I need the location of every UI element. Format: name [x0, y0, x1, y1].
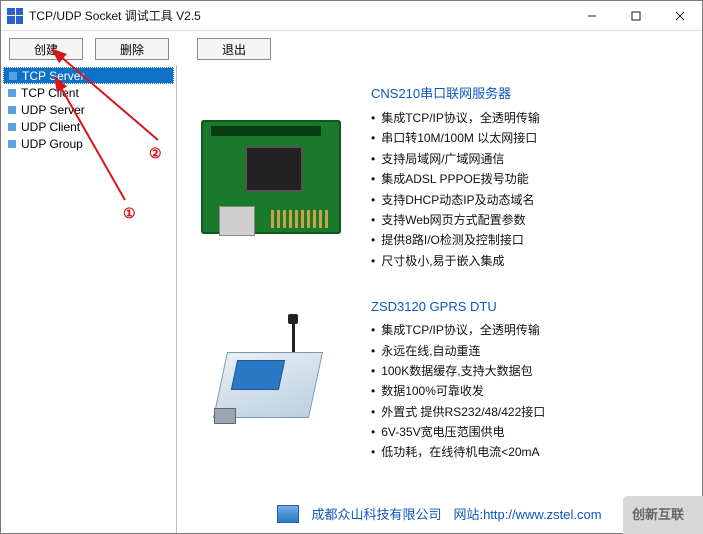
node-icon	[7, 88, 17, 98]
sidebar-item-udp-client[interactable]: UDP Client	[3, 118, 174, 135]
product-image-dtu	[191, 299, 351, 463]
product-cns210: CNS210串口联网服务器 集成TCP/IP协议，全透明传输 串口转10M/10…	[191, 75, 688, 291]
feature-item: 永远在线,自动重连	[371, 341, 688, 361]
minimize-button[interactable]	[570, 1, 614, 30]
sidebar-item-label: UDP Group	[21, 137, 83, 151]
feature-item: 尺寸极小,易于嵌入集成	[371, 251, 688, 271]
node-icon	[7, 122, 17, 132]
feature-item: 集成ADSL PPPOE拨号功能	[371, 169, 688, 189]
feature-item: 100K数据缓存,支持大数据包	[371, 361, 688, 381]
footer-site-link[interactable]: http://www.zstel.com	[483, 507, 601, 522]
product-feature-list: 集成TCP/IP协议，全透明传输 串口转10M/100M 以太网接口 支持局域网…	[371, 108, 688, 271]
sidebar-item-tcp-server[interactable]: TCP Server	[3, 67, 174, 84]
sidebar-item-udp-group[interactable]: UDP Group	[3, 135, 174, 152]
feature-item: 支持DHCP动态IP及动态域名	[371, 190, 688, 210]
annotation-mark-1: ①	[123, 205, 136, 222]
product-info: ZSD3120 GPRS DTU 集成TCP/IP协议，全透明传输 永远在线,自…	[371, 299, 688, 463]
feature-item: 数据100%可靠收发	[371, 381, 688, 401]
product-zsd3120: ZSD3120 GPRS DTU 集成TCP/IP协议，全透明传输 永远在线,自…	[191, 291, 688, 483]
sidebar-item-label: TCP Client	[21, 86, 79, 100]
footer-logo	[277, 505, 299, 523]
feature-item: 集成TCP/IP协议，全透明传输	[371, 108, 688, 128]
toolbar: 创建 删除 退出	[1, 31, 702, 65]
node-icon	[7, 139, 17, 149]
feature-item: 串口转10M/100M 以太网接口	[371, 128, 688, 148]
sidebar: TCP Server TCP Client UDP Server UDP Cli…	[1, 65, 177, 533]
exit-button[interactable]: 退出	[197, 38, 271, 60]
close-button[interactable]	[658, 1, 702, 30]
sidebar-item-label: UDP Server	[21, 103, 85, 117]
product-image-pcb	[191, 83, 351, 271]
footer-site-label: 网站:	[453, 507, 483, 522]
content: CNS210串口联网服务器 集成TCP/IP协议，全透明传输 串口转10M/10…	[177, 65, 702, 533]
delete-button[interactable]: 删除	[95, 38, 169, 60]
feature-item: 集成TCP/IP协议，全透明传输	[371, 320, 688, 340]
product-title: CNS210串口联网服务器	[371, 83, 688, 102]
node-icon	[8, 71, 18, 81]
feature-item: 提供8路I/O检测及控制接口	[371, 230, 688, 250]
sidebar-item-udp-server[interactable]: UDP Server	[3, 101, 174, 118]
window-controls	[570, 1, 702, 30]
sidebar-item-label: TCP Server	[22, 69, 84, 83]
feature-item: 支持Web网页方式配置参数	[371, 210, 688, 230]
product-title: ZSD3120 GPRS DTU	[371, 299, 688, 314]
feature-item: 支持局域网/广域网通信	[371, 149, 688, 169]
window: TCP/UDP Socket 调试工具 V2.5 创建 删除 退出 T	[0, 0, 703, 534]
sidebar-item-label: UDP Client	[21, 120, 80, 134]
node-icon	[7, 105, 17, 115]
body: TCP Server TCP Client UDP Server UDP Cli…	[1, 65, 702, 533]
svg-text:创新互联: 创新互联	[632, 507, 684, 522]
product-info: CNS210串口联网服务器 集成TCP/IP协议，全透明传输 串口转10M/10…	[371, 83, 688, 271]
footer-company: 成都众山科技有限公司	[311, 504, 441, 523]
footer: 成都众山科技有限公司 网站:http://www.zstel.com	[191, 490, 688, 533]
app-icon	[7, 8, 23, 24]
feature-item: 低功耗，在线待机电流<20mA	[371, 442, 688, 462]
titlebar: TCP/UDP Socket 调试工具 V2.5	[1, 1, 702, 31]
sidebar-item-tcp-client[interactable]: TCP Client	[3, 84, 174, 101]
create-button[interactable]: 创建	[9, 38, 83, 60]
product-feature-list: 集成TCP/IP协议，全透明传输 永远在线,自动重连 100K数据缓存,支持大数…	[371, 320, 688, 463]
window-title: TCP/UDP Socket 调试工具 V2.5	[29, 7, 201, 24]
watermark: 创新互联	[623, 496, 703, 534]
maximize-button[interactable]	[614, 1, 658, 30]
feature-item: 外置式 提供RS232/48/422接口	[371, 402, 688, 422]
feature-item: 6V-35V宽电压范围供电	[371, 422, 688, 442]
